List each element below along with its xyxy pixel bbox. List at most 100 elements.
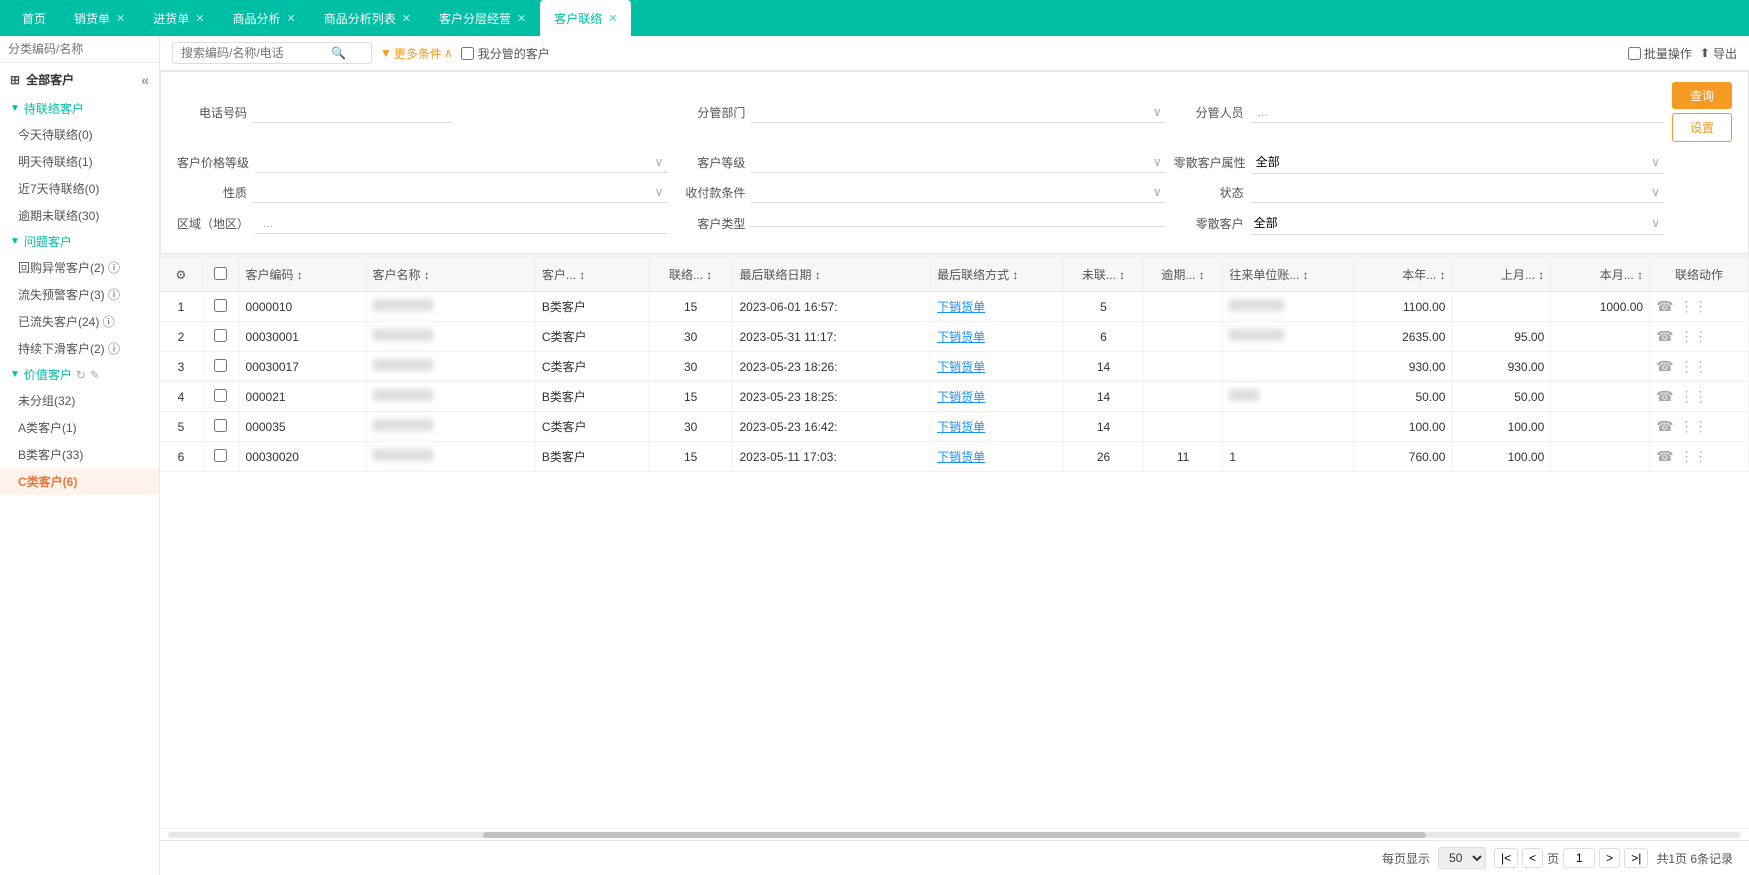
export-btn[interactable]: ⬆ 导出 [1700, 45, 1737, 62]
sidebar-item-c-class[interactable]: C类客户(6) [0, 468, 159, 495]
more-filter-btn[interactable]: ▼ 更多条件 ∧ [380, 45, 453, 62]
payment-select[interactable]: ∨ [751, 182, 1165, 203]
sidebar-item-overdue-contact[interactable]: 逾期未联络(30) [0, 202, 159, 229]
nav-customer-contact[interactable]: 客户联络 ✕ [540, 0, 631, 36]
nav-home[interactable]: 首页 [8, 0, 60, 36]
close-customer-contact-icon[interactable]: ✕ [608, 12, 617, 25]
page-input[interactable] [1563, 848, 1595, 868]
horizontal-scrollbar[interactable] [160, 828, 1749, 840]
th-lastmonth[interactable]: 上月... ↕ [1452, 258, 1551, 292]
th-name[interactable]: 客户名称 ↕ [366, 258, 535, 292]
dept-select[interactable]: ∨ [751, 102, 1165, 123]
contact-icon[interactable]: ☎ [1656, 358, 1673, 375]
more-action-icon[interactable]: ⋮⋮ [1680, 358, 1708, 375]
th-prev[interactable]: 往来单位账... ↕ [1223, 258, 1353, 292]
contact-icon[interactable]: ☎ [1656, 328, 1673, 345]
sidebar-item-tomorrow[interactable]: 明天待联络(1) [0, 148, 159, 175]
contact-icon[interactable]: ☎ [1656, 298, 1673, 315]
th-overdue[interactable]: 逾期... ↕ [1143, 258, 1223, 292]
more-action-icon[interactable]: ⋮⋮ [1680, 418, 1708, 435]
close-purchase-icon[interactable]: ✕ [195, 12, 204, 25]
status-select[interactable]: ∨ [1250, 182, 1664, 203]
region-select[interactable]: ... [255, 213, 667, 234]
row-checkbox[interactable] [214, 329, 227, 342]
way-link[interactable]: 下销货单 [937, 420, 985, 434]
th-code[interactable]: 客户编码 ↕ [239, 258, 366, 292]
th-thismonth[interactable]: 本月... ↕ [1551, 258, 1650, 292]
way-link[interactable]: 下销货单 [937, 390, 985, 404]
sidebar-item-churned[interactable]: 已流失客户(24) ⓘ [0, 308, 159, 335]
nav-product-list[interactable]: 商品分析列表 ✕ [310, 0, 425, 36]
sidebar-group-pending[interactable]: ▼ 待联络客户 [0, 96, 159, 121]
set-button[interactable]: 设置 [1672, 113, 1732, 142]
row-checkbox[interactable] [214, 449, 227, 462]
close-product-list-icon[interactable]: ✕ [402, 12, 411, 25]
main-search-icon[interactable]: 🔍 [331, 46, 346, 60]
sidebar-item-a-class[interactable]: A类客户(1) [0, 414, 159, 441]
sidebar-item-today[interactable]: 今天待联络(0) [0, 121, 159, 148]
sidebar-item-b-class[interactable]: B类客户(33) [0, 441, 159, 468]
nav-customer-tier[interactable]: 客户分层经营 ✕ [425, 0, 540, 36]
sidebar-item-7days[interactable]: 近7天待联络(0) [0, 175, 159, 202]
sidebar-item-abnormal[interactable]: 回购异常客户(2) ⓘ [0, 254, 159, 281]
sidebar-search-input[interactable] [8, 42, 160, 56]
customer-type-select[interactable] [751, 220, 1165, 227]
person-select[interactable]: ... [1250, 102, 1664, 123]
th-way[interactable]: 最后联络方式 ↕ [931, 258, 1064, 292]
row-checkbox[interactable] [214, 389, 227, 402]
nature-select[interactable]: ∨ [253, 182, 667, 203]
contact-icon[interactable]: ☎ [1656, 388, 1673, 405]
way-link[interactable]: 下销货单 [937, 300, 985, 314]
my-customers-checkbox[interactable] [461, 47, 474, 60]
sidebar-item-declining[interactable]: 持续下滑客户(2) ⓘ [0, 335, 159, 362]
close-product-analysis-icon[interactable]: ✕ [287, 12, 296, 25]
sidebar-all-customers[interactable]: ⊞ 全部客户 « [0, 63, 159, 96]
sidebar-group-value[interactable]: ▼ 价值客户 ↻ ✎ [0, 362, 159, 387]
prev-page-btn[interactable]: < [1522, 848, 1543, 868]
th-type[interactable]: 客户... ↕ [535, 258, 648, 292]
th-date[interactable]: 最后联络日期 ↕ [733, 258, 931, 292]
th-unlinkdays[interactable]: 未联... ↕ [1064, 258, 1144, 292]
batch-op-btn[interactable]: 批量操作 [1628, 45, 1692, 62]
settings-icon[interactable]: ⚙ [176, 268, 187, 282]
first-page-btn[interactable]: |< [1494, 848, 1518, 868]
retail-select[interactable]: 全部 ∨ [1250, 211, 1664, 235]
collapse-icon[interactable]: « [141, 72, 149, 88]
th-thisyear[interactable]: 本年... ↕ [1353, 258, 1452, 292]
scrollbar-track[interactable] [168, 832, 1741, 838]
nav-product-analysis[interactable]: 商品分析 ✕ [218, 0, 309, 36]
close-sales-icon[interactable]: ✕ [116, 12, 125, 25]
more-action-icon[interactable]: ⋮⋮ [1680, 298, 1708, 315]
sidebar-item-ungroup[interactable]: 未分组(32) [0, 387, 159, 414]
nav-purchase[interactable]: 进货单 ✕ [139, 0, 218, 36]
last-page-btn[interactable]: >| [1624, 848, 1648, 868]
dotdot-icon[interactable]: ... [1258, 105, 1268, 119]
nav-sales[interactable]: 销货单 ✕ [60, 0, 139, 36]
row-checkbox[interactable] [214, 419, 227, 432]
next-page-btn[interactable]: > [1599, 848, 1620, 868]
price-level-select[interactable]: ∨ [255, 152, 667, 173]
batch-op-checkbox[interactable] [1628, 47, 1641, 60]
edit-icon[interactable]: ✎ [90, 368, 100, 382]
contact-icon[interactable]: ☎ [1656, 448, 1673, 465]
customer-level-select[interactable]: ∨ [751, 152, 1165, 173]
dotdot-icon-2[interactable]: ... [263, 216, 273, 230]
contact-icon[interactable]: ☎ [1656, 418, 1673, 435]
query-button[interactable]: 查询 [1672, 82, 1732, 109]
page-size-select[interactable]: 50 [1438, 847, 1486, 869]
sidebar-group-problem[interactable]: ▼ 问题客户 [0, 229, 159, 254]
row-checkbox[interactable] [214, 299, 227, 312]
sidebar-item-churn-warning[interactable]: 流失预警客户(3) ⓘ [0, 281, 159, 308]
way-link[interactable]: 下销货单 [937, 450, 985, 464]
refresh-icon[interactable]: ↻ [76, 368, 86, 382]
close-customer-tier-icon[interactable]: ✕ [517, 12, 526, 25]
th-contact[interactable]: 联络... ↕ [648, 258, 733, 292]
retail-attr-select[interactable]: 全部 ∨ [1252, 150, 1664, 174]
select-all-checkbox[interactable] [214, 267, 227, 280]
more-action-icon[interactable]: ⋮⋮ [1680, 328, 1708, 345]
more-action-icon[interactable]: ⋮⋮ [1680, 388, 1708, 405]
row-checkbox[interactable] [214, 359, 227, 372]
way-link[interactable]: 下销货单 [937, 330, 985, 344]
scrollbar-thumb[interactable] [483, 832, 1427, 838]
way-link[interactable]: 下销货单 [937, 360, 985, 374]
